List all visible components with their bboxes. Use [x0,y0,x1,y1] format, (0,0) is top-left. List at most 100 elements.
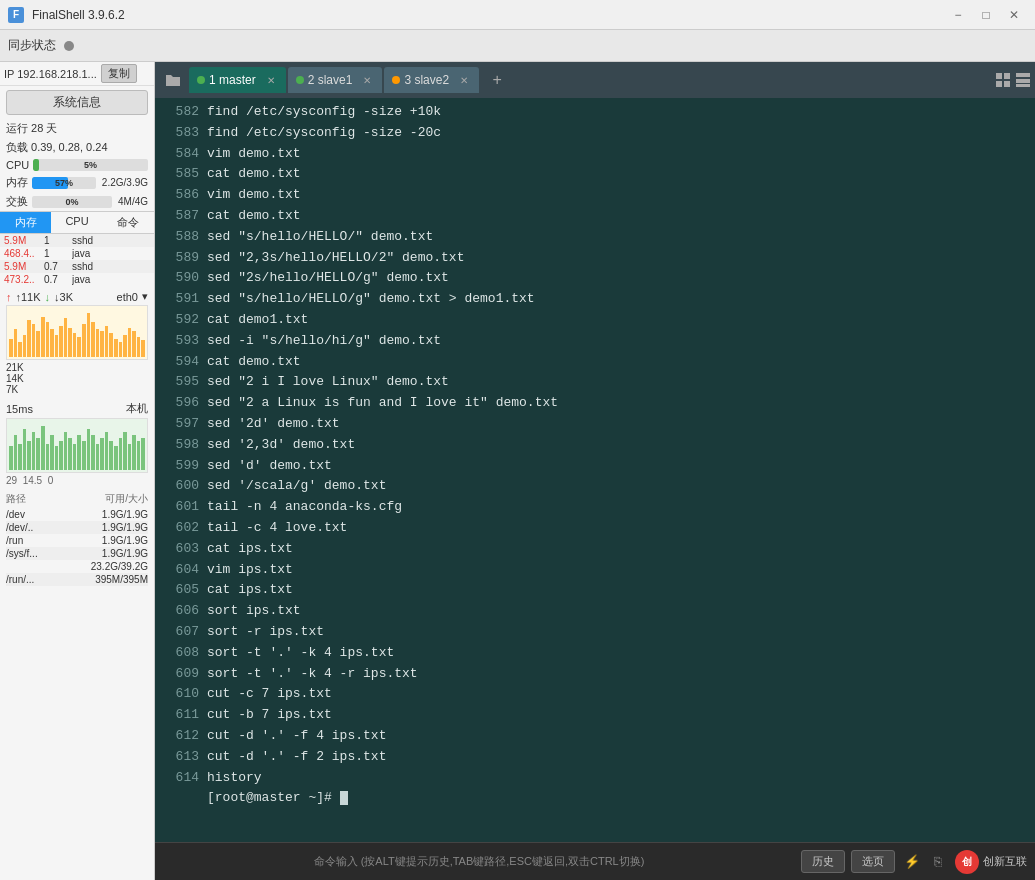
tab-add-button[interactable]: + [485,68,509,92]
tab-slave1[interactable]: 2 slave1 ✕ [288,67,383,93]
process-table: 5.9M 1 sshd 468.4.. 1 java 5.9M 0.7 sshd… [0,234,154,286]
net-bar [87,313,91,357]
sysinfo-button[interactable]: 系统信息 [6,90,148,115]
lightning-icon[interactable]: ⚡ [901,851,923,873]
titlebar-left: F FinalShell 3.9.6.2 [8,7,125,23]
ip-row: IP 192.168.218.1... 复制 [0,62,154,86]
terminal-scroll[interactable]: 582find /etc/sysconfig -size +10k583find… [155,98,1035,842]
ping-bar [123,432,127,470]
tab-close-master[interactable]: ✕ [264,73,278,87]
mem-size-label: 2.2G/3.9G [102,177,148,188]
copy-icon[interactable]: ⎘ [927,851,949,873]
disk-row: /run/... 395M/395M [6,573,148,586]
swap-label: 交换 [6,194,28,209]
folder-button[interactable] [159,67,187,93]
ping-bar [87,429,91,470]
terminal-line: 607sort -r ips.txt [163,622,1027,643]
history-button[interactable]: 历史 [801,850,845,873]
proc-cpu: 1 [44,235,72,246]
ping-bar [137,441,141,470]
prompt-text: [root@master ~]# [207,788,348,809]
proc-name: sshd [72,235,150,246]
ping-vals: 29 14.5 0 [6,475,148,486]
net-bar [36,331,40,357]
ping-bar [64,432,68,470]
toolbar: 同步状态 [0,30,1035,62]
terminal-line: 584vim demo.txt [163,144,1027,165]
sidebar-tab-mem[interactable]: 内存 [0,212,51,233]
status-dot [64,41,74,51]
cpu-bar-wrapper: 5% [33,159,148,171]
tab-close-slave1[interactable]: ✕ [360,73,374,87]
ping-bar [82,441,86,470]
network-section: ↑ ↑11K ↓ ↓3K eth0 ▾ 21K 14K 7K [0,286,154,399]
tab-close-slave2[interactable]: ✕ [457,73,471,87]
terminal-line: 606sort ips.txt [163,601,1027,622]
disk-row: 23.2G/39.2G [6,560,148,573]
table-row: 468.4.. 1 java [0,247,154,260]
icon-buttons: ⚡ ⎘ [901,851,949,873]
minimize-button[interactable]: − [945,4,971,26]
tab-dot-master [197,76,205,84]
terminal-line: 582find /etc/sysconfig -size +10k [163,102,1027,123]
svg-rect-4 [1016,73,1030,77]
table-row: 5.9M 0.7 sshd [0,260,154,273]
sync-label: 同步状态 [8,37,56,54]
net-bar [9,339,13,357]
terminal-line: 591sed "s/hello/HELLO/g" demo.txt > demo… [163,289,1027,310]
net-bar [141,340,145,357]
ping-bar [46,444,50,470]
maximize-button[interactable]: □ [973,4,999,26]
net-bar [119,342,123,357]
terminal-line: 593sed -i "s/hello/hi/g" demo.txt [163,331,1027,352]
terminal-lines: 582find /etc/sysconfig -size +10k583find… [163,102,1027,788]
terminal-content[interactable]: 582find /etc/sysconfig -size +10k583find… [155,98,1035,842]
tab-master[interactable]: 1 master ✕ [189,67,286,93]
tab-label-master: 1 master [209,73,256,87]
svg-rect-2 [996,81,1002,87]
tab-label-slave2: 3 slave2 [404,73,449,87]
mem-pct-label: 57% [55,178,73,188]
ping-section: 15ms 本机 29 14.5 0 [0,399,154,488]
terminal-line: 600sed '/scala/g' demo.txt [163,476,1027,497]
ping-bar [55,446,59,470]
sidebar: IP 192.168.218.1... 复制 系统信息 运行 28 天 负载 0… [0,62,155,880]
mem-bar-wrapper: 57% [32,177,96,189]
cpu-bar-fill [33,159,39,171]
terminal-line: 594cat demo.txt [163,352,1027,373]
sidebar-tab-cpu[interactable]: CPU [51,212,102,233]
net-down-arrow: ↓ [45,291,51,303]
main-layout: IP 192.168.218.1... 复制 系统信息 运行 28 天 负载 0… [0,62,1035,880]
net-dropdown-icon[interactable]: ▾ [142,290,148,303]
proc-cpu: 0.7 [44,261,72,272]
disk-row: /dev/.. 1.9G/1.9G [6,521,148,534]
sidebar-tab-cmd[interactable]: 命令 [103,212,154,233]
ping-bar [36,438,40,470]
close-button[interactable]: ✕ [1001,4,1027,26]
ip-text: IP 192.168.218.1... [4,68,97,80]
tab-grid-button[interactable] [995,72,1031,88]
tab-label-slave1: 2 slave1 [308,73,353,87]
terminal-wrapper: 1 master ✕ 2 slave1 ✕ 3 slave2 ✕ + [155,62,1035,880]
select-button[interactable]: 选页 [851,850,895,873]
net-bar [132,331,136,357]
terminal-prompt-line: [root@master ~]# [163,788,1027,809]
proc-name: sshd [72,261,150,272]
app-icon: F [8,7,24,23]
terminal-line: 590sed "2s/hello/HELLO/g" demo.txt [163,268,1027,289]
titlebar: F FinalShell 3.9.6.2 − □ ✕ [0,0,1035,30]
terminal-line: 597sed '2d' demo.txt [163,414,1027,435]
ping-bar [132,435,136,470]
mem-row: 内存 57% 2.2G/3.9G [0,173,154,192]
tab-slave2[interactable]: 3 slave2 ✕ [384,67,479,93]
ping-bar [18,444,22,470]
disk-row: /run 1.9G/1.9G [6,534,148,547]
copy-ip-button[interactable]: 复制 [101,64,137,83]
ping-bar [50,435,54,470]
terminal-line: 608sort -t '.' -k 4 ips.txt [163,643,1027,664]
terminal-line: 596sed "2 a Linux is fun and I love it" … [163,393,1027,414]
sidebar-tabs: 内存 CPU 命令 [0,211,154,234]
ping-chart-bars [7,419,147,472]
terminal-line: 598sed '2,3d' demo.txt [163,435,1027,456]
net-bar [59,326,63,357]
